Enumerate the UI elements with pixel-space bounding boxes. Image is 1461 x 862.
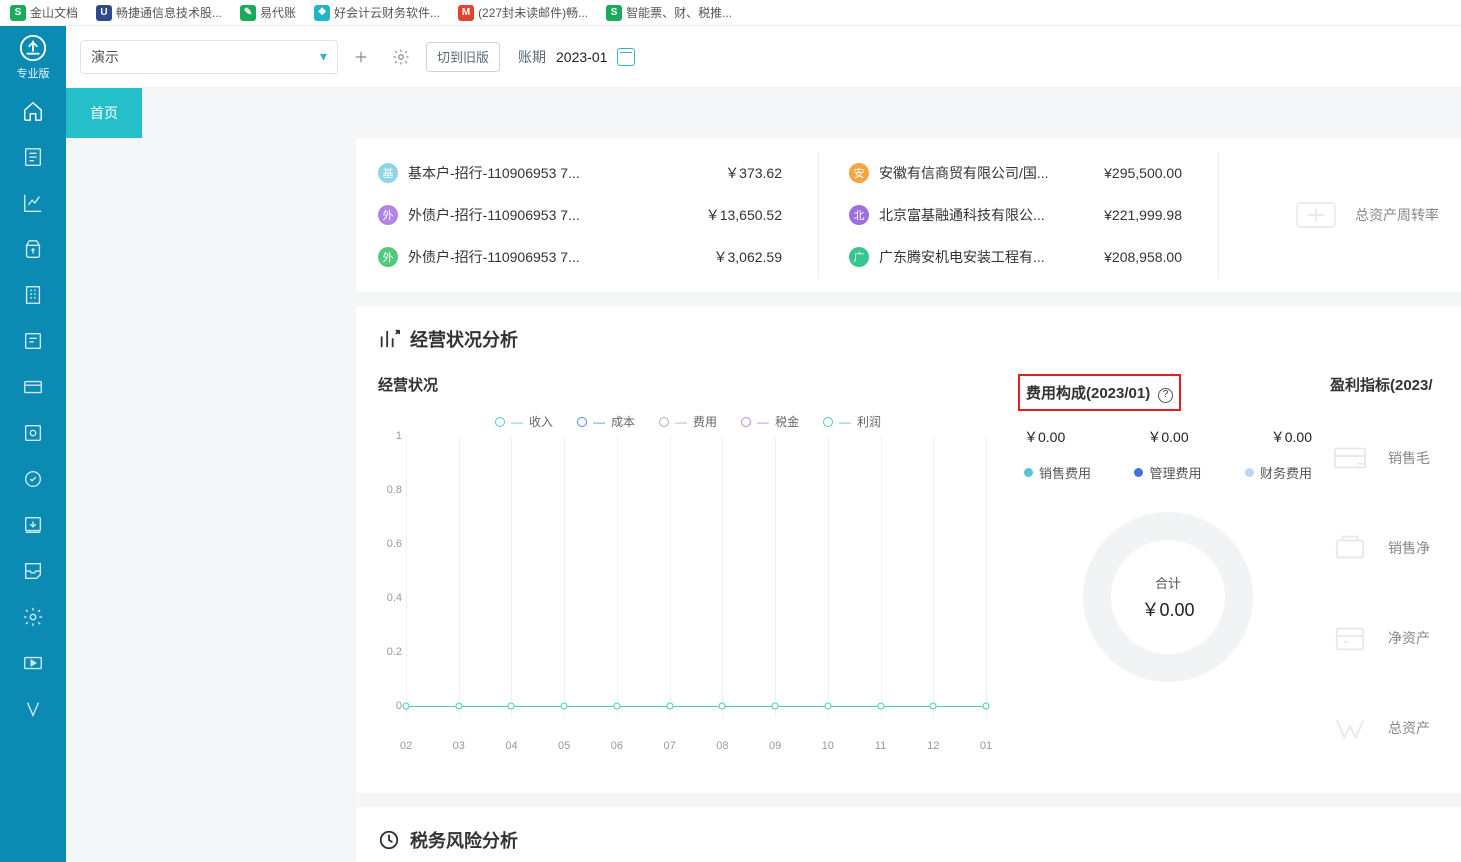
sidebar-safe-icon[interactable]	[0, 410, 66, 456]
bank-accounts-column: 基基本户-招行-110906953 7...￥373.62外外债户-招行-110…	[378, 152, 818, 278]
switch-old-version-button[interactable]: 切到旧版	[426, 42, 500, 72]
cost-value: ￥0.00	[1271, 427, 1312, 447]
sidebar-receipt-icon[interactable]	[0, 318, 66, 364]
bar-chart-icon	[378, 328, 400, 350]
highlighted-title-box: 费用构成(2023/01) ?	[1018, 374, 1181, 411]
kpi-label: 总资产周转率	[1355, 205, 1439, 225]
line-chart: 00.20.40.60.81020304050607080910111201	[406, 436, 986, 736]
donut-total-value: ￥0.00	[1141, 596, 1194, 622]
profit-indicator-row[interactable]: 销售毛	[1330, 413, 1439, 503]
legend-item[interactable]: —费用	[659, 413, 717, 430]
sidebar-v-icon[interactable]	[0, 686, 66, 732]
bookmark-item[interactable]: S智能票、财、税推...	[606, 4, 732, 21]
line-chart-legend: —收入 —成本 —费用 —税金 —利润	[378, 413, 998, 430]
calendar-icon	[617, 48, 635, 66]
cost-panel: 费用构成(2023/01) ? ￥0.00 ￥0.00 ￥0.00 销售费用 管理费用…	[998, 374, 1318, 773]
profit-indicator-row[interactable]: 净资产	[1330, 593, 1439, 683]
bookmark-item[interactable]: M(227封未读邮件)畅...	[458, 4, 588, 21]
donut-chart: 合计 ￥0.00	[1083, 512, 1253, 682]
period-value: 2023-01	[556, 49, 607, 65]
legend-item[interactable]: —成本	[577, 413, 635, 430]
legend-item[interactable]: —税金	[741, 413, 799, 430]
add-button[interactable]	[344, 40, 378, 74]
list-item[interactable]: 广广东腾安机电安装工程有...¥208,958.00	[849, 236, 1218, 278]
turnover-icon	[1295, 198, 1337, 232]
analysis-title: 经营状况分析	[378, 326, 1439, 352]
sidebar-money-icon[interactable]	[0, 226, 66, 272]
cost-value: ￥0.00	[1024, 427, 1065, 447]
sidebar-ledger-icon[interactable]	[0, 134, 66, 180]
cost-panel-title: 费用构成(2023/01)	[1026, 385, 1150, 402]
main-area: 基基本户-招行-110906953 7...￥373.62外外债户-招行-110…	[66, 88, 1461, 862]
bookmark-item[interactable]: ❖好会计云财务软件...	[314, 4, 440, 21]
profit-panel-title: 盈利指标(2023/	[1330, 374, 1439, 395]
help-icon[interactable]: ?	[1158, 388, 1173, 403]
list-item[interactable]: 北北京富基融通科技有限公...¥221,999.98	[849, 194, 1218, 236]
sidebar-brand-text: 专业版	[17, 65, 50, 81]
sidebar-home-icon[interactable]	[0, 88, 66, 134]
list-item[interactable]: 外外债户-招行-110906953 7...￥13,650.52	[378, 194, 818, 236]
header: 演示 ▾ 切到旧版 账期 2023-01	[66, 26, 1461, 88]
list-item[interactable]: 外外债户-招行-110906953 7...￥3,062.59	[378, 236, 818, 278]
sidebar-logo[interactable]: 专业版	[0, 26, 66, 88]
analysis-section: 经营状况分析 经营状况 —收入 —成本 —费用 —税金 —利润 00.20.40.60.…	[356, 306, 1461, 793]
period-label: 账期	[518, 47, 546, 67]
company-selector[interactable]: 演示 ▾	[80, 40, 338, 74]
cost-legend: 销售费用 管理费用 财务费用	[1018, 463, 1318, 482]
bookmark-item[interactable]: ✎易代账	[240, 4, 296, 21]
period-picker[interactable]: 账期 2023-01	[518, 47, 635, 67]
sidebar-settings-icon[interactable]	[0, 594, 66, 640]
company-name: 演示	[91, 47, 119, 67]
sidebar-inbox-icon[interactable]	[0, 548, 66, 594]
donut-total-label: 合计	[1155, 573, 1181, 592]
chevron-down-icon: ▾	[320, 48, 327, 65]
profit-indicator-row[interactable]: 总资产	[1330, 683, 1439, 773]
line-chart-panel: 经营状况 —收入 —成本 —费用 —税金 —利润 00.20.40.60.8102030…	[378, 374, 998, 773]
sidebar: 专业版	[0, 26, 66, 862]
list-item[interactable]: 安安徽有信商贸有限公司/国...¥295,500.00	[849, 152, 1218, 194]
overview-card: 基基本户-招行-110906953 7...￥373.62外外债户-招行-110…	[356, 138, 1461, 292]
sidebar-card-icon[interactable]	[0, 364, 66, 410]
bookmark-item[interactable]: S金山文档	[10, 4, 78, 21]
cost-values-row: ￥0.00 ￥0.00 ￥0.00	[1018, 427, 1318, 447]
cost-legend-item[interactable]: 管理费用	[1134, 463, 1201, 482]
profit-panel: 盈利指标(2023/ 销售毛销售净净资产总资产	[1318, 374, 1439, 773]
cost-value: ￥0.00	[1147, 427, 1188, 447]
sidebar-chart-icon[interactable]	[0, 180, 66, 226]
legend-item[interactable]: —利润	[823, 413, 881, 430]
cost-legend-item[interactable]: 销售费用	[1024, 463, 1091, 482]
tax-section: 税务风险分析	[356, 807, 1461, 862]
sidebar-building-icon[interactable]	[0, 272, 66, 318]
sidebar-video-icon[interactable]	[0, 640, 66, 686]
cost-legend-item[interactable]: 财务费用	[1245, 463, 1312, 482]
sidebar-stamp-icon[interactable]	[0, 456, 66, 502]
profit-indicator-row[interactable]: 销售净	[1330, 503, 1439, 593]
sidebar-export-icon[interactable]	[0, 502, 66, 548]
customers-column: 安安徽有信商贸有限公司/国...¥295,500.00北北京富基融通科技有限公.…	[818, 152, 1218, 278]
bookmark-bar: S金山文档 U畅捷通信息技术股... ✎易代账 ❖好会计云财务软件... M(227封未…	[0, 0, 1461, 26]
list-item[interactable]: 基基本户-招行-110906953 7...￥373.62	[378, 152, 818, 194]
clock-icon	[378, 829, 400, 851]
kpi-column: 总资产周转率	[1218, 152, 1439, 278]
tax-title: 税务风险分析	[378, 827, 1439, 853]
legend-item[interactable]: —收入	[495, 413, 553, 430]
bookmark-item[interactable]: U畅捷通信息技术股...	[96, 4, 222, 21]
line-chart-title: 经营状况	[378, 374, 998, 395]
gear-icon[interactable]	[384, 40, 418, 74]
